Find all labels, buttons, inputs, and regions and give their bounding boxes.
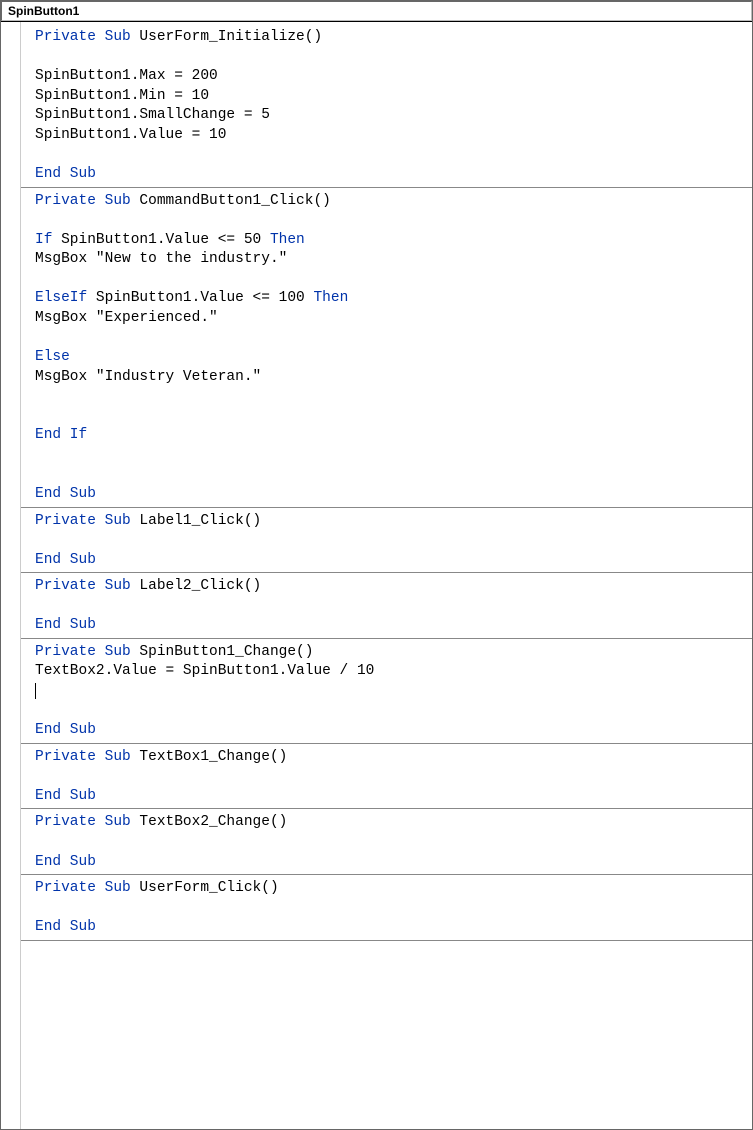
code-line[interactable]: Private Sub UserForm_Initialize(): [35, 28, 752, 48]
code-line[interactable]: SpinButton1.Max = 200: [35, 67, 752, 87]
procedure-separator: [21, 743, 752, 744]
code-line[interactable]: End Sub: [35, 787, 752, 807]
keyword-token: Then: [270, 232, 305, 248]
code-line[interactable]: [35, 682, 752, 702]
keyword-token: Private Sub: [35, 880, 139, 896]
code-line[interactable]: [35, 387, 752, 407]
code-editor[interactable]: Private Sub UserForm_Initialize() SpinBu…: [21, 22, 752, 1129]
code-line[interactable]: [35, 899, 752, 919]
keyword-token: Private Sub: [35, 749, 139, 765]
code-line[interactable]: [35, 702, 752, 722]
code-line[interactable]: [35, 767, 752, 787]
keyword-token: End If: [35, 427, 87, 443]
procedure-separator: [21, 638, 752, 639]
keyword-token: Private Sub: [35, 29, 139, 45]
keyword-token: End Sub: [35, 552, 96, 568]
code-line[interactable]: [35, 446, 752, 466]
code-line[interactable]: TextBox2.Value = SpinButton1.Value / 10: [35, 662, 752, 682]
keyword-token: End Sub: [35, 854, 96, 870]
code-token: SpinButton1.Min = 10: [35, 88, 209, 104]
code-line[interactable]: [35, 48, 752, 68]
code-line[interactable]: End If: [35, 426, 752, 446]
code-line[interactable]: MsgBox "Industry Veteran.": [35, 368, 752, 388]
code-token: SpinButton1.Value = 10: [35, 127, 226, 143]
code-line[interactable]: SpinButton1.SmallChange = 5: [35, 106, 752, 126]
code-line[interactable]: Private Sub UserForm_Click(): [35, 879, 752, 899]
code-token: Label1_Click(): [139, 513, 261, 529]
code-token: CommandButton1_Click(): [139, 193, 330, 209]
code-line[interactable]: Private Sub Label1_Click(): [35, 512, 752, 532]
code-line[interactable]: [35, 597, 752, 617]
breakpoint-margin[interactable]: [1, 22, 21, 1129]
code-token: SpinButton1.Max = 200: [35, 68, 218, 84]
object-dropdown-value: SpinButton1: [8, 3, 79, 19]
keyword-token: Private Sub: [35, 644, 139, 660]
code-line[interactable]: [35, 145, 752, 165]
code-line[interactable]: Else: [35, 348, 752, 368]
code-line[interactable]: End Sub: [35, 485, 752, 505]
code-line[interactable]: Private Sub Label2_Click(): [35, 577, 752, 597]
procedure-separator: [21, 507, 752, 508]
code-token: MsgBox "Experienced.": [35, 310, 218, 326]
code-token: UserForm_Initialize(): [139, 29, 322, 45]
code-line[interactable]: SpinButton1.Min = 10: [35, 87, 752, 107]
code-line[interactable]: End Sub: [35, 721, 752, 741]
code-line[interactable]: MsgBox "Experienced.": [35, 309, 752, 329]
keyword-token: End Sub: [35, 166, 96, 182]
procedure-separator: [21, 874, 752, 875]
keyword-token: Else: [35, 349, 70, 365]
keyword-token: Private Sub: [35, 814, 139, 830]
keyword-token: End Sub: [35, 722, 96, 738]
code-line[interactable]: [35, 211, 752, 231]
code-line[interactable]: Private Sub CommandButton1_Click(): [35, 192, 752, 212]
code-token: Label2_Click(): [139, 578, 261, 594]
keyword-token: Private Sub: [35, 193, 139, 209]
code-line[interactable]: End Sub: [35, 551, 752, 571]
object-procedure-dropdown-bar: SpinButton1: [1, 1, 752, 22]
code-line[interactable]: [35, 465, 752, 485]
code-line[interactable]: End Sub: [35, 853, 752, 873]
keyword-token: End Sub: [35, 788, 96, 804]
keyword-token: If: [35, 232, 61, 248]
keyword-token: End Sub: [35, 486, 96, 502]
text-cursor: [35, 683, 36, 699]
code-token: UserForm_Click(): [139, 880, 278, 896]
code-token: TextBox1_Change(): [139, 749, 287, 765]
keyword-token: End Sub: [35, 919, 96, 935]
keyword-token: End Sub: [35, 617, 96, 633]
code-token: TextBox2_Change(): [139, 814, 287, 830]
code-token: SpinButton1.Value <= 50: [61, 232, 270, 248]
code-line[interactable]: [35, 328, 752, 348]
code-editor-container: Private Sub UserForm_Initialize() SpinBu…: [1, 22, 752, 1129]
code-line[interactable]: [35, 407, 752, 427]
code-line[interactable]: End Sub: [35, 165, 752, 185]
code-line[interactable]: Private Sub SpinButton1_Change(): [35, 643, 752, 663]
keyword-token: Private Sub: [35, 578, 139, 594]
code-token: MsgBox "New to the industry.": [35, 251, 287, 267]
code-line[interactable]: If SpinButton1.Value <= 50 Then: [35, 231, 752, 251]
code-token: TextBox2.Value = SpinButton1.Value / 10: [35, 663, 374, 679]
object-dropdown[interactable]: SpinButton1: [1, 1, 752, 21]
keyword-token: Then: [313, 290, 348, 306]
code-token: MsgBox "Industry Veteran.": [35, 369, 261, 385]
code-line[interactable]: Private Sub TextBox1_Change(): [35, 748, 752, 768]
procedure-separator: [21, 808, 752, 809]
code-line[interactable]: Private Sub TextBox2_Change(): [35, 813, 752, 833]
code-line[interactable]: [35, 531, 752, 551]
code-token: SpinButton1_Change(): [139, 644, 313, 660]
code-line[interactable]: End Sub: [35, 918, 752, 938]
procedure-separator: [21, 187, 752, 188]
procedure-separator: [21, 572, 752, 573]
code-line[interactable]: MsgBox "New to the industry.": [35, 250, 752, 270]
keyword-token: Private Sub: [35, 513, 139, 529]
code-line[interactable]: [35, 833, 752, 853]
code-line[interactable]: [35, 270, 752, 290]
code-line[interactable]: End Sub: [35, 616, 752, 636]
code-line[interactable]: SpinButton1.Value = 10: [35, 126, 752, 146]
code-line[interactable]: ElseIf SpinButton1.Value <= 100 Then: [35, 289, 752, 309]
code-token: SpinButton1.SmallChange = 5: [35, 107, 270, 123]
procedure-separator: [21, 940, 752, 941]
code-token: SpinButton1.Value <= 100: [96, 290, 314, 306]
keyword-token: ElseIf: [35, 290, 96, 306]
